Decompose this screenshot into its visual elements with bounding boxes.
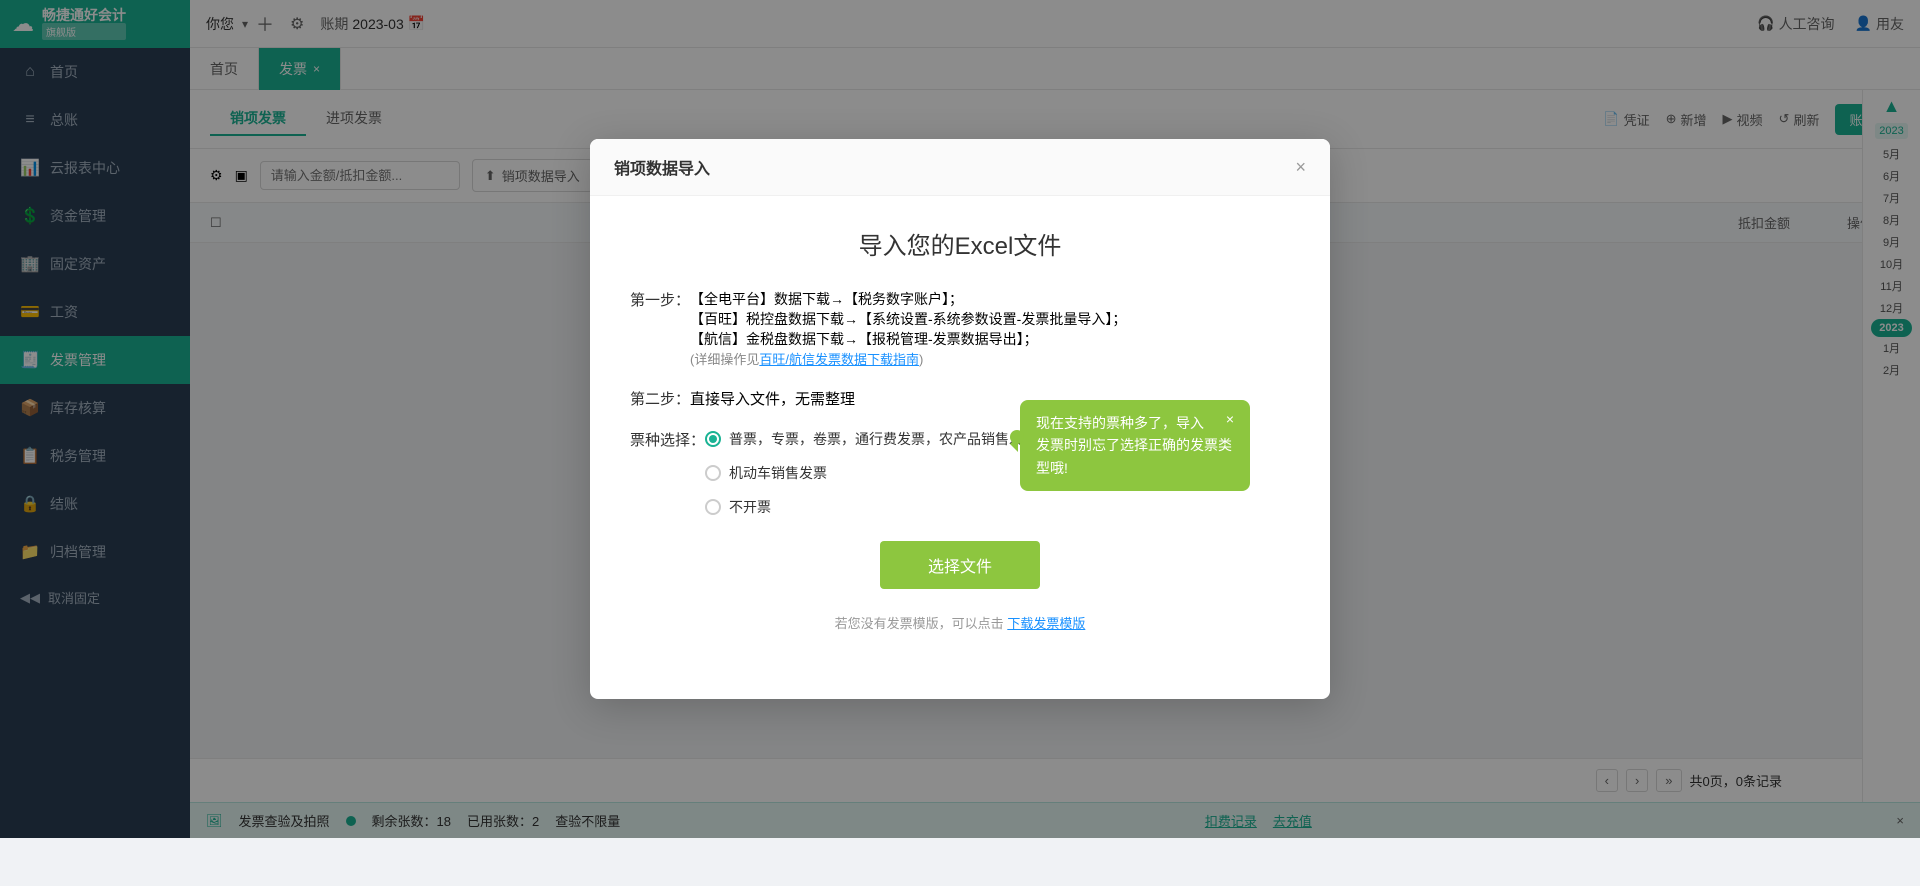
tooltip-bubble: × 现在支持的票种多了，导入发票时别忘了选择正确的发票类型哦! bbox=[1020, 400, 1250, 491]
step1-line1: 【全电平台】数据下载→【税务数字账户】； bbox=[690, 289, 1126, 309]
tooltip-connector-dot bbox=[1010, 430, 1024, 444]
step2-content: 直接导入文件，无需整理 bbox=[690, 388, 855, 409]
select-file-btn[interactable]: 选择文件 bbox=[880, 541, 1040, 589]
radio-label-1: 普票，专票，卷票，通行费发票，农产品销售发票 bbox=[729, 429, 1037, 449]
ticket-label: 票种选择： bbox=[630, 429, 705, 450]
step2-label: 第二步： bbox=[630, 388, 690, 409]
step1-label: 第一步： bbox=[630, 289, 690, 310]
step1-content: 【全电平台】数据下载→【税务数字账户】； 【百旺】税控盘数据下载→【系统设置-系… bbox=[690, 289, 1126, 368]
step1-line3: 【航信】金税盘数据下载→【报税管理-发票数据导出】； bbox=[690, 329, 1126, 349]
modal-close-btn[interactable]: × bbox=[1295, 157, 1306, 178]
modal-header: 销项数据导入 × bbox=[590, 139, 1330, 196]
tooltip-close-btn[interactable]: × bbox=[1226, 412, 1234, 426]
radio-group: 普票，专票，卷票，通行费发票，农产品销售发票 机动车销售发票 不开票 bbox=[705, 429, 1037, 517]
radio-label-2: 机动车销售发票 bbox=[729, 463, 827, 483]
step1-line2: 【百旺】税控盘数据下载→【系统设置-系统参数设置-发票批量导入】； bbox=[690, 309, 1126, 329]
radio-option-1[interactable]: 普票，专票，卷票，通行费发票，农产品销售发票 bbox=[705, 429, 1037, 449]
modal-title: 销项数据导入 bbox=[614, 155, 710, 179]
modal-footer-note: 若您没有发票模版，可以点击 下载发票模版 bbox=[630, 613, 1290, 632]
modal-main-title: 导入您的Excel文件 bbox=[630, 226, 1290, 261]
guide-link[interactable]: 百旺/航信发票数据下载指南 bbox=[759, 352, 919, 367]
tooltip-text: 现在支持的票种多了，导入发票时别忘了选择正确的发票类型哦! bbox=[1036, 415, 1232, 476]
footer-note-text: 若您没有发票模版，可以点击 bbox=[835, 616, 1004, 631]
radio-option-3[interactable]: 不开票 bbox=[705, 497, 1037, 517]
download-template-link[interactable]: 下载发票模版 bbox=[1007, 616, 1085, 631]
radio-circle-3 bbox=[705, 499, 721, 515]
step1-note: (详细操作见百旺/航信发票数据下载指南) bbox=[690, 349, 1126, 368]
radio-circle-2 bbox=[705, 465, 721, 481]
radio-option-2[interactable]: 机动车销售发票 bbox=[705, 463, 1037, 483]
radio-label-3: 不开票 bbox=[729, 497, 771, 517]
step1-section: 第一步： 【全电平台】数据下载→【税务数字账户】； 【百旺】税控盘数据下载→【系… bbox=[630, 289, 1290, 368]
radio-circle-1 bbox=[705, 431, 721, 447]
